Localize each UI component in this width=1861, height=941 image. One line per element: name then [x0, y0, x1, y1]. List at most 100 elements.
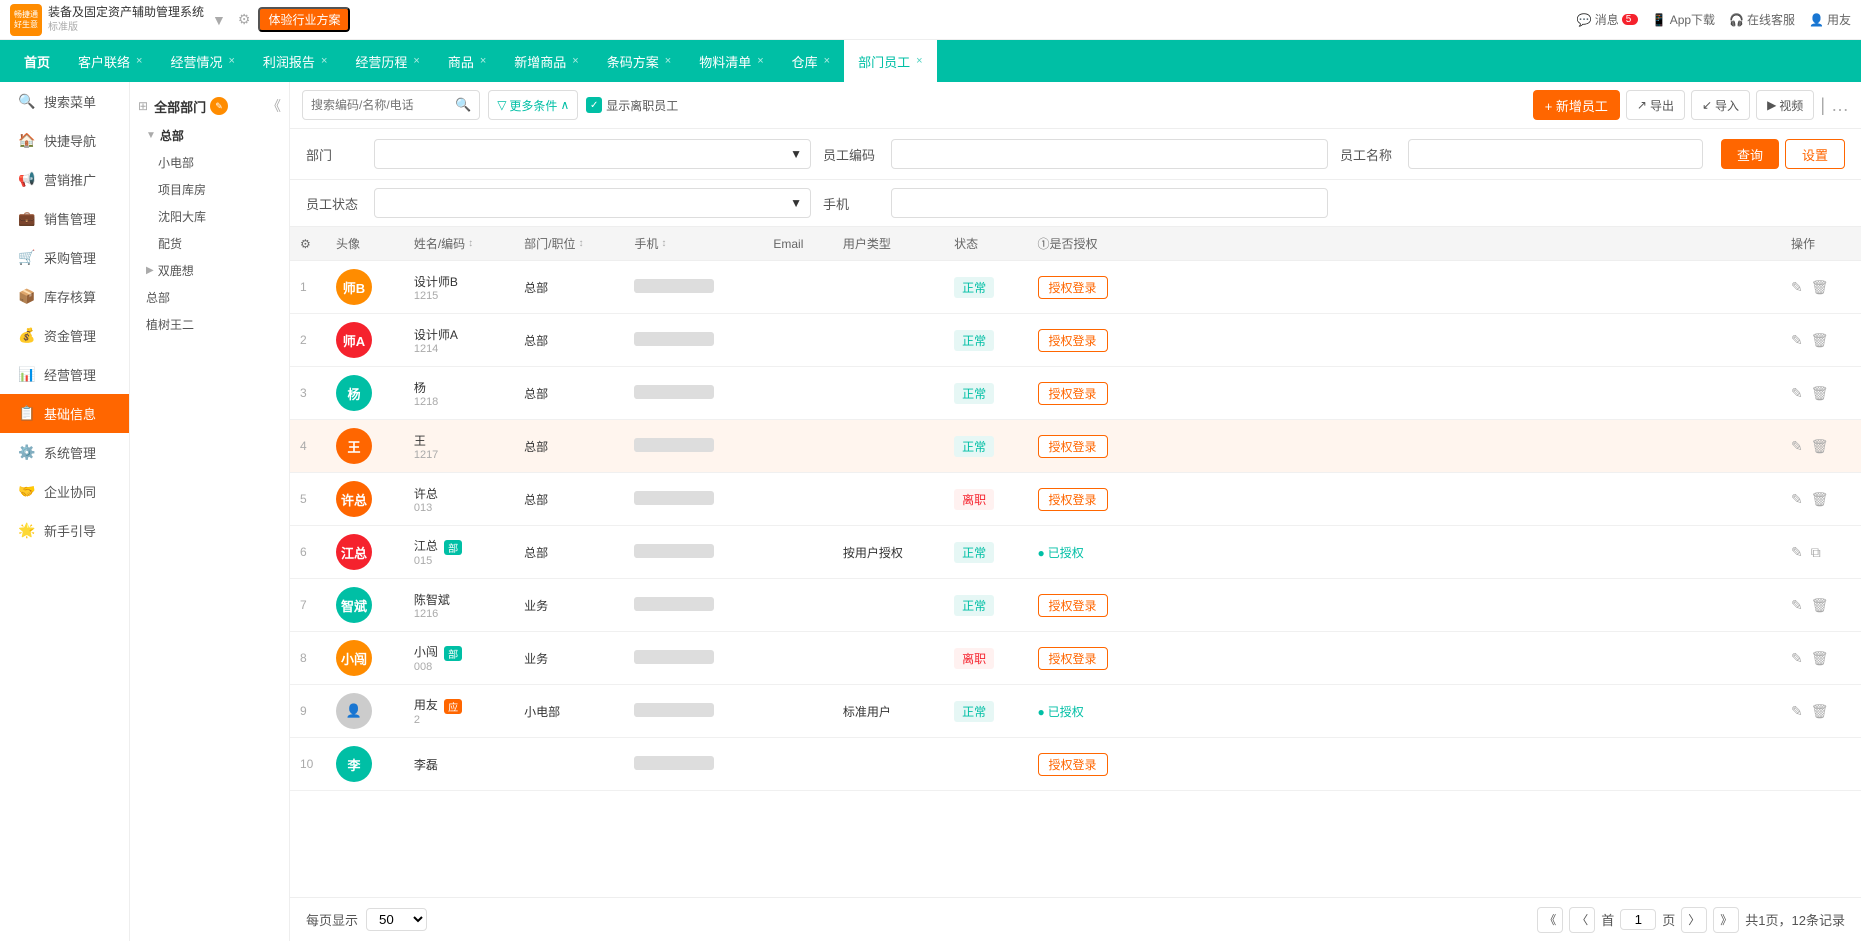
close-icon[interactable]: × [824, 55, 830, 67]
dept-item-xiaodian[interactable]: 小电部 [150, 149, 289, 176]
search-input[interactable] [311, 98, 451, 112]
auth-login-btn[interactable]: 授权登录 [1038, 753, 1108, 776]
sidebar-item-basic[interactable]: 📋 基础信息 [0, 394, 129, 433]
edit-dept-btn[interactable]: ✎ [210, 97, 228, 115]
edit-icon[interactable]: ✎ [1791, 544, 1803, 561]
edit-icon[interactable]: ✎ [1791, 279, 1803, 296]
help-icon[interactable]: | [1820, 95, 1825, 116]
edit-icon[interactable]: ✎ [1791, 491, 1803, 508]
dept-item-zhishu[interactable]: 植树王二 [138, 311, 289, 338]
nav-tab-bom[interactable]: 物料清单 × [685, 40, 777, 82]
nav-tab-goods[interactable]: 商品 × [434, 40, 500, 82]
close-icon[interactable]: × [321, 55, 327, 67]
dept-item-shenyang[interactable]: 沈阳大库 [150, 203, 289, 230]
import-btn[interactable]: ↙ 导入 [1691, 90, 1750, 120]
copy-icon[interactable]: ⧉ [1811, 544, 1821, 561]
nav-tab-customer[interactable]: 客户联络 × [64, 40, 156, 82]
auth-login-btn[interactable]: 授权登录 [1038, 276, 1108, 299]
delete-icon[interactable]: 🗑 [1811, 279, 1829, 296]
sidebar-item-system[interactable]: ⚙️ 系统管理 [0, 433, 129, 472]
message-btn[interactable]: 💬 消息 5 [1577, 11, 1638, 28]
first-page-btn[interactable]: 《 [1537, 907, 1563, 933]
filter-empcode-input[interactable] [891, 139, 1328, 169]
th-dept[interactable]: 部门/职位 ↕ [514, 227, 624, 261]
auth-login-btn[interactable]: 授权登录 [1038, 435, 1108, 458]
nav-tab-operation[interactable]: 经营情况 × [156, 40, 248, 82]
sidebar-item-sales[interactable]: 💼 销售管理 [0, 199, 129, 238]
edit-icon[interactable]: ✎ [1791, 385, 1803, 402]
th-name[interactable]: 姓名/编码 ↕ [404, 227, 514, 261]
nav-tab-history[interactable]: 经营历程 × [341, 40, 433, 82]
edit-icon[interactable]: ✎ [1791, 650, 1803, 667]
delete-icon[interactable]: 🗑 [1811, 332, 1829, 349]
search-btn[interactable]: 🔍 [455, 97, 471, 113]
dropdown-arrow[interactable]: ▼ [212, 12, 226, 28]
sidebar-item-inventory[interactable]: 📦 库存核算 [0, 277, 129, 316]
auth-login-btn[interactable]: 授权登录 [1038, 594, 1108, 617]
nav-tab-warehouse[interactable]: 仓库 × [778, 40, 844, 82]
close-icon[interactable]: × [665, 55, 671, 67]
nav-tab-barcode[interactable]: 条码方案 × [593, 40, 685, 82]
nav-tab-profit[interactable]: 利润报告 × [249, 40, 341, 82]
video-btn[interactable]: ▶ 视频 [1756, 90, 1814, 120]
show-resign-toggle[interactable]: ✓ 显示离职员工 [586, 97, 678, 114]
dept-tree-group-hq[interactable]: ▼ 总部 [138, 122, 289, 149]
close-icon[interactable]: × [916, 55, 922, 67]
page-size-select[interactable]: 50 100 200 [366, 908, 427, 931]
export-btn[interactable]: ↗ 导出 [1626, 90, 1685, 120]
more-conditions-btn[interactable]: ▽ 更多条件 ∧ [488, 90, 578, 120]
next-page-btn[interactable]: 〉 [1681, 907, 1707, 933]
sidebar-item-collab[interactable]: 🤝 企业协同 [0, 472, 129, 511]
sidebar-item-search[interactable]: 🔍 搜索菜单 [0, 82, 129, 121]
online-service-btn[interactable]: 🎧 在线客服 [1729, 11, 1795, 28]
dept-item-zongbu[interactable]: 总部 [138, 284, 289, 311]
edit-icon[interactable]: ✎ [1791, 332, 1803, 349]
sidebar-item-manage[interactable]: 📊 经营管理 [0, 355, 129, 394]
filter-dept-select[interactable]: ▼ [374, 139, 811, 169]
dept-item-shuanglu[interactable]: ▶ 双鹿想 [138, 257, 289, 284]
all-dept-label[interactable]: 全部部门 [154, 97, 206, 116]
auth-login-btn[interactable]: 授权登录 [1038, 647, 1108, 670]
close-icon[interactable]: × [480, 55, 486, 67]
dept-item-peihuo[interactable]: 配货 [150, 230, 289, 257]
close-icon[interactable]: × [413, 55, 419, 67]
nav-tab-new-goods[interactable]: 新增商品 × [500, 40, 592, 82]
delete-icon[interactable]: 🗑 [1811, 385, 1829, 402]
trial-button[interactable]: 体验行业方案 [258, 7, 350, 32]
close-icon[interactable]: × [757, 55, 763, 67]
dept-item-project[interactable]: 项目库房 [150, 176, 289, 203]
search-input-wrap[interactable]: 🔍 [302, 90, 480, 120]
auth-login-btn[interactable]: 授权登录 [1038, 329, 1108, 352]
filter-phone-input[interactable] [891, 188, 1328, 218]
sidebar-item-marketing[interactable]: 📢 营销推广 [0, 160, 129, 199]
sidebar-item-guide[interactable]: 🌟 新手引导 [0, 511, 129, 550]
last-page-btn[interactable]: 》 [1713, 907, 1739, 933]
user-btn[interactable]: 👤 用友 [1809, 11, 1851, 28]
delete-icon[interactable]: 🗑 [1811, 597, 1829, 614]
nav-tab-home[interactable]: 首页 [10, 40, 64, 82]
edit-icon[interactable]: ✎ [1791, 703, 1803, 720]
nav-tab-dept-staff[interactable]: 部门员工 × [844, 40, 936, 82]
delete-icon[interactable]: 🗑 [1811, 650, 1829, 667]
app-download-btn[interactable]: 📱 App下载 [1652, 11, 1715, 28]
sidebar-item-purchase[interactable]: 🛒 采购管理 [0, 238, 129, 277]
settings-btn[interactable]: 设置 [1785, 139, 1845, 169]
edit-icon[interactable]: ✎ [1791, 438, 1803, 455]
filter-empname-input[interactable] [1408, 139, 1703, 169]
sidebar-item-finance[interactable]: 💰 资金管理 [0, 316, 129, 355]
filter-status-select[interactable]: ▼ [374, 188, 811, 218]
close-icon[interactable]: × [136, 55, 142, 67]
query-btn[interactable]: 查询 [1721, 139, 1779, 169]
settings-icon[interactable]: ⚙ [238, 11, 251, 28]
auth-login-btn[interactable]: 授权登录 [1038, 488, 1108, 511]
auth-login-btn[interactable]: 授权登录 [1038, 382, 1108, 405]
delete-icon[interactable]: 🗑 [1811, 491, 1829, 508]
th-settings[interactable]: ⚙ [290, 227, 326, 261]
page-number-input[interactable] [1620, 909, 1656, 930]
th-phone[interactable]: 手机 ↕ [624, 227, 763, 261]
collapse-panel-btn[interactable]: 《 [267, 96, 281, 116]
prev-page-btn[interactable]: 〈 [1569, 907, 1595, 933]
close-icon[interactable]: × [572, 55, 578, 67]
delete-icon[interactable]: 🗑 [1811, 703, 1829, 720]
add-employee-btn[interactable]: + 新增员工 [1533, 90, 1620, 120]
